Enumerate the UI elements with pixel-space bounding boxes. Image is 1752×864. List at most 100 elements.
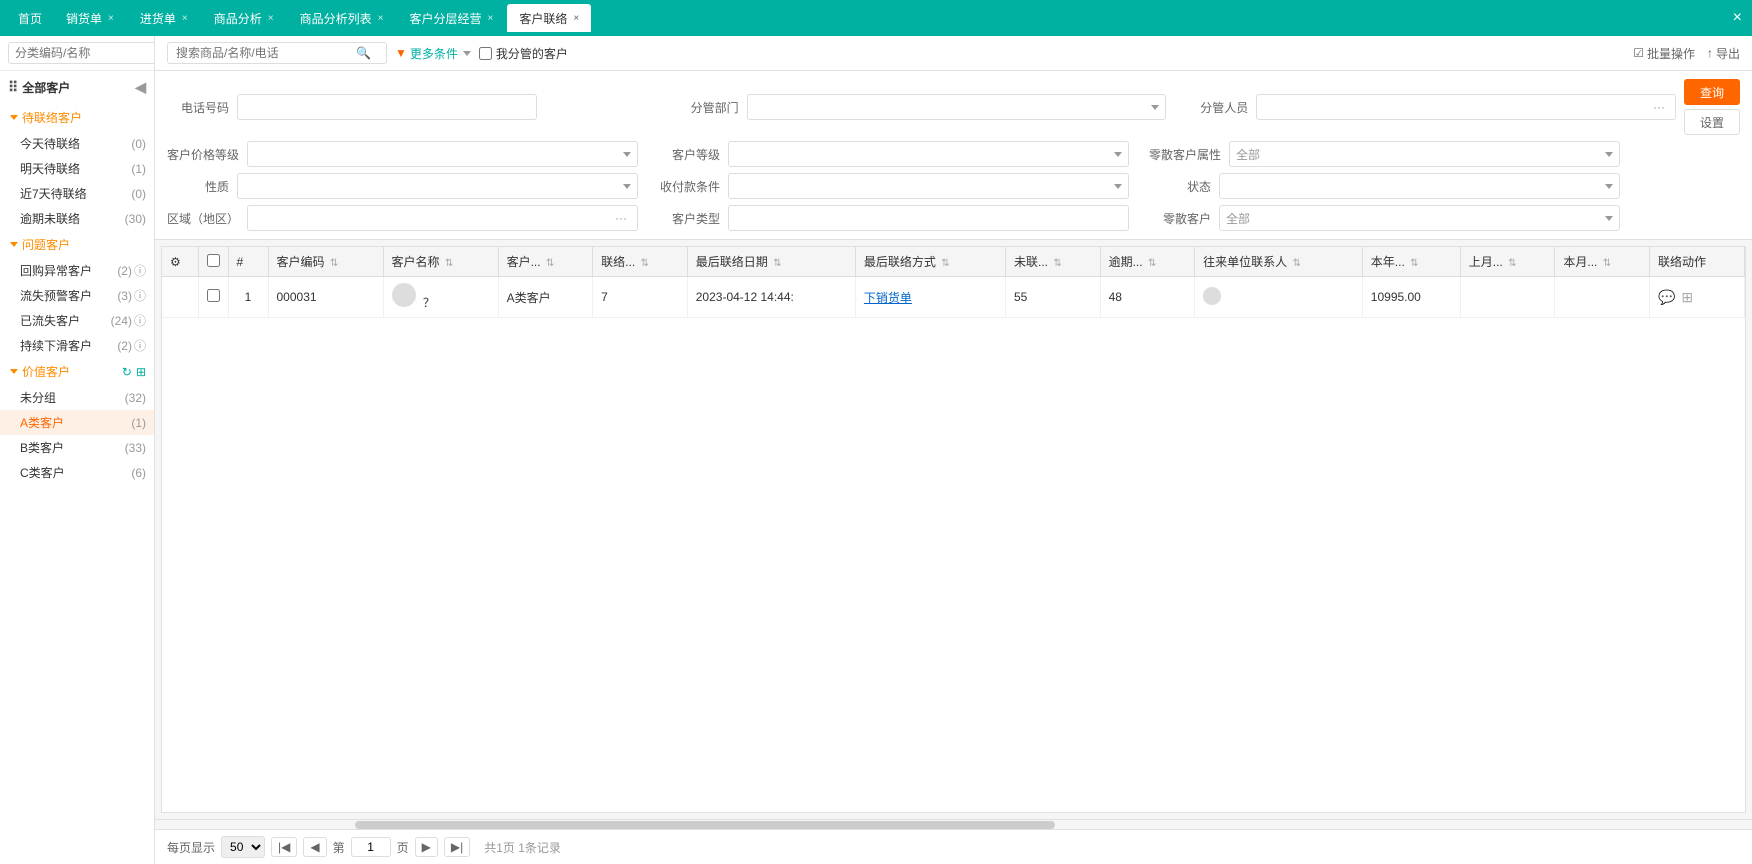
batch-op-button[interactable]: ☑ 批量操作 [1633,45,1695,62]
sidebar-item-ungrouped[interactable]: 未分组 (32) [0,385,154,410]
sidebar-item-a-class[interactable]: A类客户 (1) [0,410,154,435]
grid-action-icon[interactable]: ⊞ [1681,289,1693,306]
sidebar-item-churn-warning[interactable]: 流失预警客户 (3) ⓘ [0,283,154,308]
tab-purchase-order[interactable]: 进货单 × [128,4,200,32]
sidebar-section-problem[interactable]: 问题客户 [0,231,154,258]
th-last-month[interactable]: 上月... ⇅ [1460,247,1555,277]
th-last-method-sort-icon[interactable]: ⇅ [941,258,949,269]
my-customer-checkbox[interactable] [479,47,492,60]
search-input[interactable] [176,46,356,60]
sidebar-item-b-class[interactable]: B类客户 (33) [0,435,154,460]
window-close-icon[interactable]: × [1733,9,1742,27]
staff-dots-icon[interactable]: ··· [1649,100,1669,114]
sidebar-item-c-class[interactable]: C类客户 (6) [0,460,154,485]
gear-icon[interactable]: ⚙ [170,255,181,269]
page-size-select[interactable]: 50 [221,836,265,858]
th-this-year-sort-icon[interactable]: ⇅ [1410,258,1418,269]
th-not-contacted[interactable]: 未联... ⇅ [1005,247,1100,277]
th-this-month-sort-icon[interactable]: ⇅ [1603,258,1611,269]
tab-product-analysis-list[interactable]: 商品分析列表 × [288,4,396,32]
row-checkbox[interactable] [207,289,220,302]
th-contact-person-sort-icon[interactable]: ⇅ [1293,258,1301,269]
close-customer-segment-icon[interactable]: × [487,13,493,24]
th-last-contact-date[interactable]: 最后联络日期 ⇅ [687,247,855,277]
last-page-button[interactable]: ▶| [444,837,470,857]
tab-sales-order[interactable]: 销货单 × [54,4,126,32]
th-contact-count[interactable]: 联络... ⇅ [593,247,688,277]
page-input[interactable] [351,837,391,857]
th-code-sort-icon[interactable]: ⇅ [330,258,338,269]
th-contact-person[interactable]: 往来单位联系人 ⇅ [1195,247,1363,277]
th-level-sort-icon[interactable]: ⇅ [546,258,554,269]
sidebar-item-churned[interactable]: 已流失客户 (24) ⓘ [0,308,154,333]
th-overdue-sort-icon[interactable]: ⇅ [1148,258,1156,269]
phone-input[interactable] [237,94,537,120]
th-name-sort-icon[interactable]: ⇅ [445,258,453,269]
nature-select[interactable] [237,173,638,199]
value-add-icon[interactable]: ⊞ [136,365,146,379]
sidebar-item-repurchase[interactable]: 回购异常客户 (2) ⓘ [0,258,154,283]
zero-customer-select[interactable]: 全部 [1219,205,1620,231]
more-filter-button[interactable]: ▼ 更多条件 [395,45,471,62]
close-sales-order-icon[interactable]: × [108,13,114,24]
declining-info-icon[interactable]: ⓘ [134,337,146,354]
sidebar-search-input[interactable] [8,42,155,64]
th-contact-count-sort-icon[interactable]: ⇅ [641,258,649,269]
close-product-analysis-icon[interactable]: × [268,13,274,24]
sidebar-item-7days[interactable]: 近7天待联络 (0) [0,181,154,206]
last-contact-method-link[interactable]: 下销货单 [864,291,912,305]
pay-condition-select[interactable] [728,173,1129,199]
horizontal-scrollbar[interactable] [155,819,1752,829]
sidebar-item-tomorrow[interactable]: 明天待联络 (1) [0,156,154,181]
th-code[interactable]: 客户编码 ⇅ [268,247,383,277]
close-purchase-order-icon[interactable]: × [182,13,188,24]
churn-warning-info-icon[interactable]: ⓘ [134,287,146,304]
area-dots-icon[interactable]: ··· [611,211,631,225]
th-name[interactable]: 客户名称 ⇅ [383,247,498,277]
sidebar-collapse-icon[interactable]: ◀ [135,79,146,96]
th-this-year[interactable]: 本年... ⇅ [1362,247,1460,277]
next-page-button[interactable]: ▶ [415,837,438,857]
setting-button[interactable]: 设置 [1684,109,1740,135]
th-checkbox[interactable] [198,247,228,277]
th-gear[interactable]: ⚙ [162,247,198,277]
area-select[interactable]: ··· [247,205,638,231]
th-last-contact-method[interactable]: 最后联络方式 ⇅ [855,247,1005,277]
select-all-checkbox[interactable] [207,254,220,267]
export-button[interactable]: ↑ 导出 [1707,45,1740,62]
repurchase-info-icon[interactable]: ⓘ [134,262,146,279]
query-button[interactable]: 查询 [1684,79,1740,105]
value-refresh-icon[interactable]: ↻ [122,365,132,379]
prev-page-button[interactable]: ◀ [303,837,326,857]
th-overdue[interactable]: 逾期... ⇅ [1100,247,1195,277]
status-select[interactable] [1219,173,1620,199]
scrollbar-thumb[interactable] [355,821,1055,829]
tab-customer-segment[interactable]: 客户分层经营 × [397,4,505,32]
th-this-month[interactable]: 本月... ⇅ [1555,247,1650,277]
th-level[interactable]: 客户... ⇅ [498,247,593,277]
th-last-month-sort-icon[interactable]: ⇅ [1508,258,1516,269]
my-customer-checkbox-label[interactable]: 我分管的客户 [479,45,568,62]
tab-product-analysis[interactable]: 商品分析 × [202,4,286,32]
th-last-date-sort-icon[interactable]: ⇅ [773,258,781,269]
churned-info-icon[interactable]: ⓘ [134,312,146,329]
sidebar-item-declining[interactable]: 持续下滑客户 (2) ⓘ [0,333,154,358]
tab-customer-contact[interactable]: 客户联络 × [507,4,591,32]
close-product-list-icon[interactable]: × [378,13,384,24]
message-action-icon[interactable]: 💬 [1658,289,1675,306]
staff-select[interactable]: ··· [1256,94,1676,120]
sidebar-item-overdue[interactable]: 逾期未联络 (30) [0,206,154,231]
customer-type-select[interactable] [728,205,1129,231]
price-level-select[interactable] [247,141,638,167]
td-checkbox[interactable] [198,277,228,318]
customer-level-select[interactable] [728,141,1129,167]
home-tab[interactable]: 首页 [8,10,52,27]
first-page-button[interactable]: |◀ [271,837,297,857]
search-icon[interactable]: 🔍 [356,46,371,60]
zero-attr-select[interactable]: 全部 [1229,141,1620,167]
sidebar-section-pending[interactable]: 待联络客户 [0,104,154,131]
sidebar-item-today[interactable]: 今天待联络 (0) [0,131,154,156]
dept-select[interactable] [747,94,1167,120]
close-customer-contact-icon[interactable]: × [573,13,579,24]
td-last-contact-method[interactable]: 下销货单 [855,277,1005,318]
